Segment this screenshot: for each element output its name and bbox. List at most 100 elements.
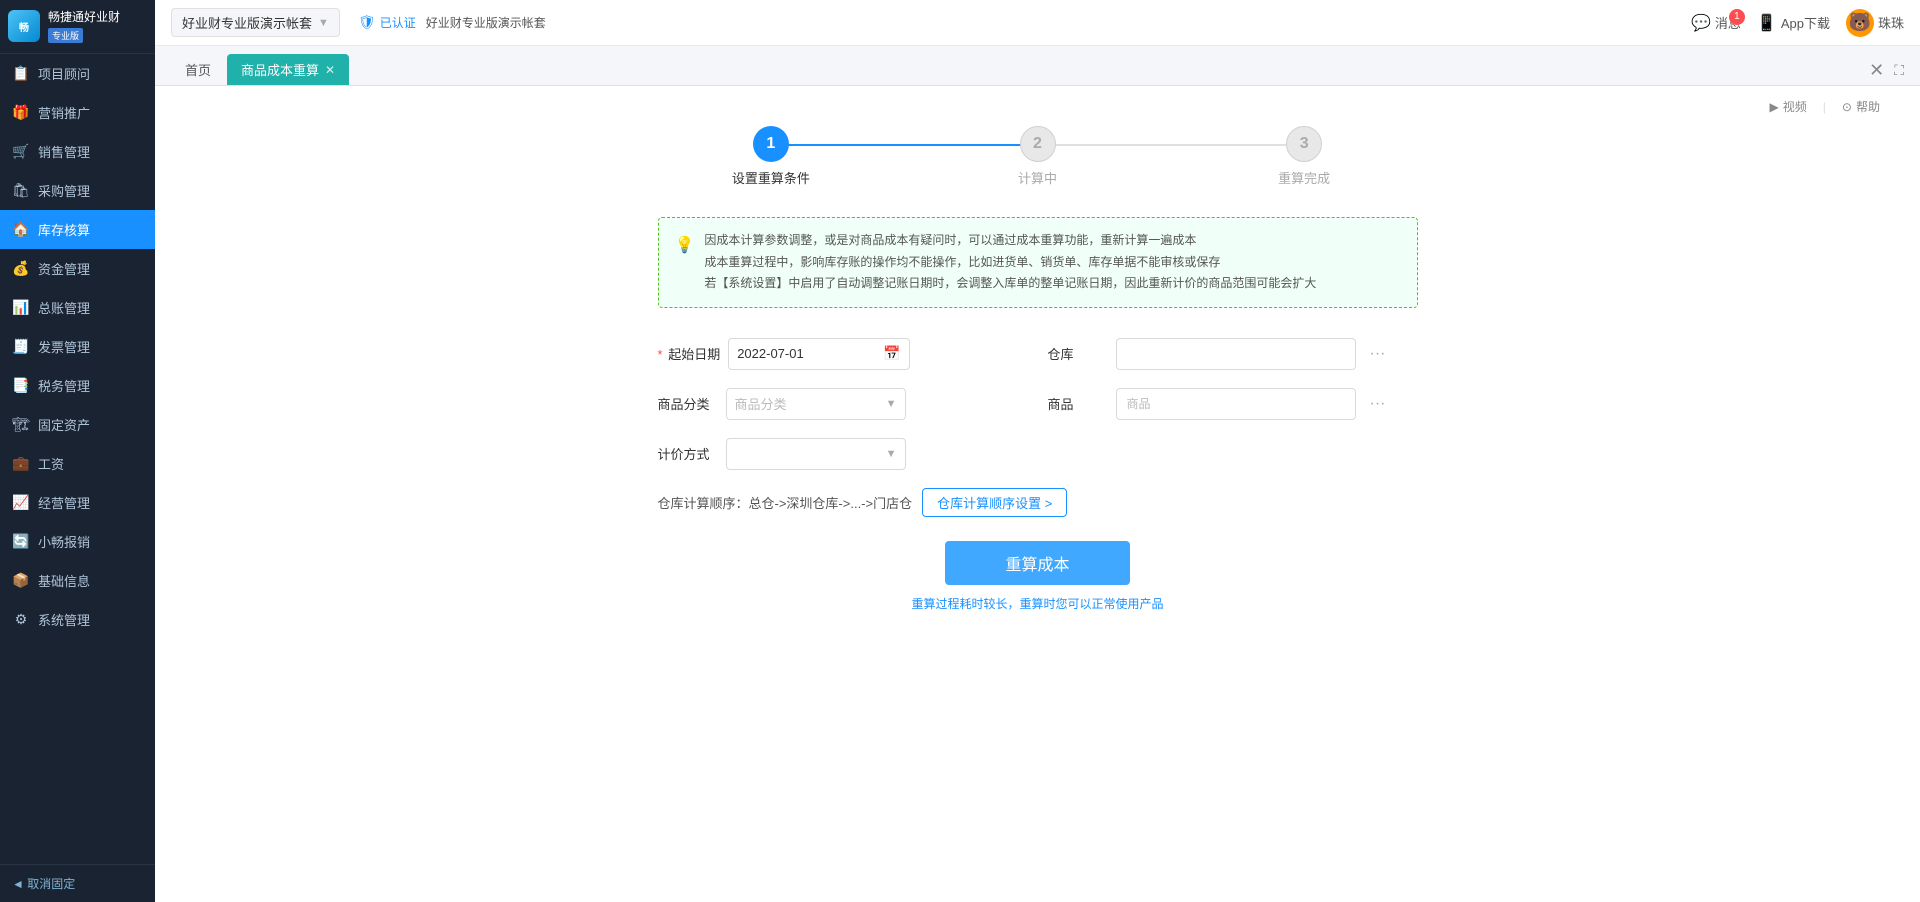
video-label: 视频: [1783, 98, 1807, 115]
user-name: 珠珠: [1878, 13, 1904, 32]
recalculate-section: 重算成本 重算过程耗时较长，重算时您可以正常使用产品: [658, 541, 1418, 612]
category-label: 商品分类: [658, 394, 718, 413]
warehouse-order-btn-label: 仓库计算顺序设置 >: [937, 493, 1052, 512]
step-1-line: [771, 144, 1038, 146]
sidebar-item-base[interactable]: 📦 基础信息: [0, 561, 155, 600]
tab-recalculate[interactable]: 商品成本重算 ✕: [227, 54, 349, 85]
warehouse-order-row: 仓库计算顺序：总仓->深圳仓库->...->门店仓 仓库计算顺序设置 >: [658, 488, 1418, 517]
step-2: 2 计算中: [904, 126, 1171, 187]
product-label: 商品: [1048, 394, 1108, 413]
page-actions: ▶ 视频 | ⊙ 帮助: [1770, 98, 1880, 115]
pricing-chevron-icon: ▼: [886, 448, 897, 460]
expand-window-icon[interactable]: ⛶: [1894, 62, 1904, 79]
sidebar-item-purchase[interactable]: 🛍 采购管理: [0, 171, 155, 210]
tab-home-label: 首页: [185, 60, 211, 79]
message-icon: 💬: [1691, 13, 1711, 33]
warehouse-more-button[interactable]: ···: [1364, 345, 1392, 363]
category-group: 商品分类 商品分类 ▼: [658, 388, 1028, 420]
pricing-label: 计价方式: [658, 444, 718, 463]
form-row-3: 计价方式 ▼: [658, 438, 1418, 470]
form-row-1: * 起始日期 📅 仓库 ···: [658, 338, 1418, 370]
step-1-circle: 1: [753, 126, 789, 162]
start-date-label: * 起始日期: [658, 344, 721, 363]
step-3-number: 3: [1300, 135, 1309, 153]
payroll-icon: 💼: [12, 454, 30, 472]
sidebar-item-payroll[interactable]: 💼 工资: [0, 444, 155, 483]
help-label: 帮助: [1856, 98, 1880, 115]
sidebar-item-label: 基础信息: [38, 571, 90, 590]
category-placeholder: 商品分类: [735, 394, 882, 413]
required-star: *: [658, 347, 663, 362]
recalculate-button[interactable]: 重算成本: [945, 541, 1129, 585]
video-link[interactable]: ▶ 视频: [1770, 98, 1807, 115]
stepper: 1 设置重算条件 2 计算中 3 重算完成: [638, 126, 1438, 187]
sidebar-item-label: 经营管理: [38, 493, 90, 512]
sidebar-item-inventory[interactable]: 🏠 库存核算: [0, 210, 155, 249]
category-select[interactable]: 商品分类 ▼: [726, 388, 906, 420]
ops-icon: 📈: [12, 493, 30, 511]
warehouse-order-text: 仓库计算顺序：总仓->深圳仓库->...->门店仓: [658, 493, 913, 512]
sidebar-item-expense[interactable]: 🔄 小畅报销: [0, 522, 155, 561]
user-menu[interactable]: 🐻 珠珠: [1846, 9, 1904, 37]
close-window-icon[interactable]: ✕: [1869, 60, 1884, 81]
shield-icon: 🛡: [358, 14, 376, 31]
sidebar-unpin-button[interactable]: ◄ 取消固定: [0, 864, 155, 902]
sidebar-item-marketing[interactable]: 🎁 营销推广: [0, 93, 155, 132]
app-download-button[interactable]: 📱 App下载: [1757, 13, 1830, 33]
sidebar-item-tax[interactable]: 📑 税务管理: [0, 366, 155, 405]
help-link[interactable]: ⊙ 帮助: [1842, 98, 1880, 115]
message-button[interactable]: 💬 消息 1: [1691, 13, 1741, 33]
sidebar-item-label: 营销推广: [38, 103, 90, 122]
purchase-icon: 🛍: [12, 181, 30, 199]
pricing-select[interactable]: ▼: [726, 438, 906, 470]
topbar-right: 💬 消息 1 📱 App下载 🐻 珠珠: [1691, 9, 1904, 37]
certified-account-text: 好业财专业版演示帐套: [426, 14, 546, 31]
account-dropdown-icon: ▼: [318, 17, 329, 29]
sidebar-item-label: 固定资产: [38, 415, 90, 434]
tab-close-icon[interactable]: ✕: [325, 63, 335, 77]
finance-icon: 💰: [12, 259, 30, 277]
sidebar-item-label: 资金管理: [38, 259, 90, 278]
start-date-input-wrapper[interactable]: 📅: [728, 338, 909, 370]
avatar: 🐻: [1846, 9, 1874, 37]
warehouse-input[interactable]: [1116, 338, 1356, 370]
sidebar-item-dashboard[interactable]: 📋 项目顾问: [0, 54, 155, 93]
assets-icon: 🏗: [12, 415, 30, 433]
sales-icon: 🛒: [12, 142, 30, 160]
sidebar-item-sales[interactable]: 🛒 销售管理: [0, 132, 155, 171]
warehouse-order-settings-button[interactable]: 仓库计算顺序设置 >: [922, 488, 1067, 517]
tab-home[interactable]: 首页: [171, 54, 225, 85]
step-2-label: 计算中: [1018, 168, 1057, 187]
sidebar-header: 畅 畅捷通好业财 专业版: [0, 0, 155, 54]
sidebar-item-invoice[interactable]: 🧾 发票管理: [0, 327, 155, 366]
sidebar-item-ledger[interactable]: 📊 总账管理: [0, 288, 155, 327]
sidebar-nav: 📋 项目顾问 🎁 营销推广 🛒 销售管理 🛍 采购管理 🏠 库存核算 💰 资金管…: [0, 54, 155, 864]
step-3: 3 重算完成: [1171, 126, 1438, 187]
account-selector[interactable]: 好业财专业版演示帐套 ▼: [171, 8, 340, 37]
inventory-icon: 🏠: [12, 220, 30, 238]
product-input[interactable]: 商品: [1116, 388, 1356, 420]
base-icon: 📦: [12, 571, 30, 589]
warehouse-group: 仓库 ···: [1048, 338, 1418, 370]
sidebar-item-label: 项目顾问: [38, 64, 90, 83]
calendar-icon[interactable]: 📅: [883, 345, 900, 362]
step-3-circle: 3: [1286, 126, 1322, 162]
product-group: 商品 商品 ···: [1048, 388, 1418, 420]
sidebar-item-label: 系统管理: [38, 610, 90, 629]
product-more-button[interactable]: ···: [1364, 395, 1392, 413]
sidebar-item-system[interactable]: ⚙ 系统管理: [0, 600, 155, 639]
form-section: * 起始日期 📅 仓库 ···: [658, 338, 1418, 612]
invoice-icon: 🧾: [12, 337, 30, 355]
tabbar: 首页 商品成本重算 ✕ ✕ ⛶: [155, 46, 1920, 86]
app-title: 畅捷通好业财: [48, 10, 120, 26]
form-row-2: 商品分类 商品分类 ▼ 商品 商品 ···: [658, 388, 1418, 420]
warehouse-label: 仓库: [1048, 344, 1108, 363]
step-1-label: 设置重算条件: [732, 168, 810, 187]
sidebar-item-ops[interactable]: 📈 经营管理: [0, 483, 155, 522]
start-date-input[interactable]: [737, 346, 877, 361]
sidebar-item-assets[interactable]: 🏗 固定资产: [0, 405, 155, 444]
ledger-icon: 📊: [12, 298, 30, 316]
phone-icon: 📱: [1757, 13, 1777, 33]
sidebar-item-finance[interactable]: 💰 资金管理: [0, 249, 155, 288]
page-content: ▶ 视频 | ⊙ 帮助 1 设置重算条件 2: [155, 86, 1920, 902]
